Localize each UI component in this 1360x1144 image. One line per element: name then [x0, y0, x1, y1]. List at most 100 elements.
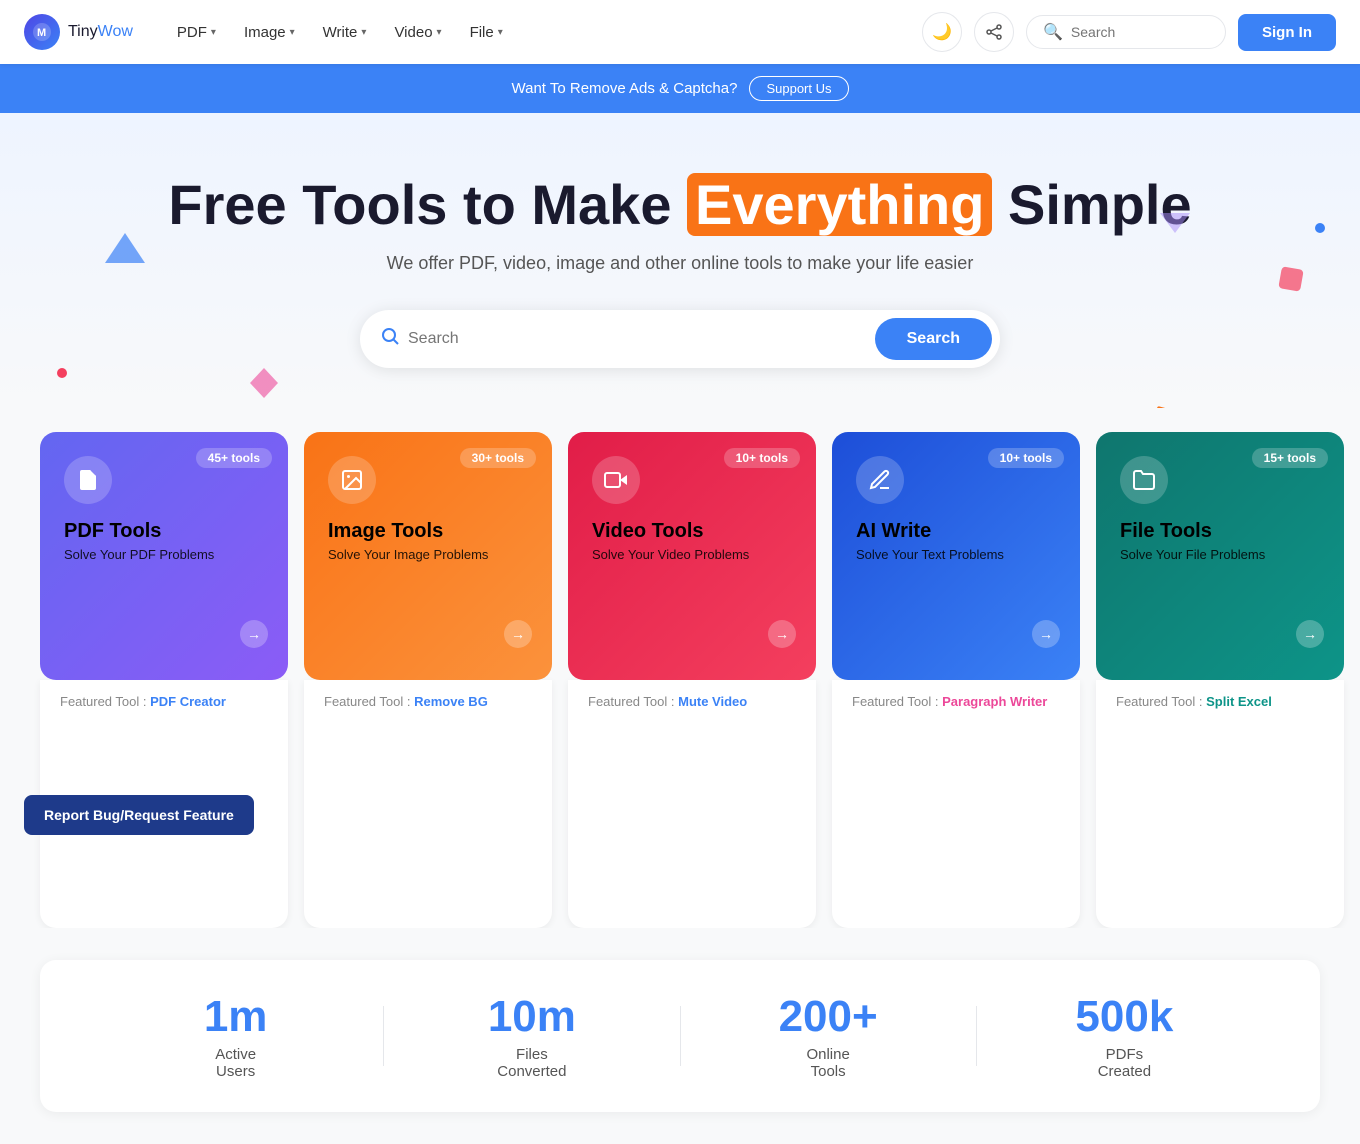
nav-links: PDF ▾ Image ▾ Write ▾ Video ▾ File ▾	[165, 16, 922, 49]
report-bug-button[interactable]: Report Bug/Request Feature	[24, 795, 254, 835]
file-badge: 15+ tools	[1252, 448, 1328, 468]
image-icon	[328, 456, 376, 504]
hero-search-button[interactable]: Search	[875, 318, 992, 360]
video-title: Video Tools	[592, 520, 792, 543]
navbar: M TinyWow PDF ▾ Image ▾ Write ▾ Video ▾ …	[0, 0, 1360, 64]
file-arrow-icon: →	[1296, 620, 1324, 648]
file-tools-card[interactable]: 15+ tools File Tools Solve Your File Pro…	[1096, 432, 1344, 680]
video-tools-column: 10+ tools Video Tools Solve Your Video P…	[568, 432, 816, 928]
image-featured-label: Featured Tool :	[324, 694, 410, 709]
image-title: Image Tools	[328, 520, 528, 543]
stat-files-label: Files Converted	[384, 1046, 679, 1080]
ai-tools-card[interactable]: 10+ tools AI Write Solve Your Text Probl…	[832, 432, 1080, 680]
pdf-tools-column: 45+ tools PDF Tools Solve Your PDF Probl…	[40, 432, 288, 928]
stat-users-number: 1m	[88, 992, 383, 1042]
hero-subtext: We offer PDF, video, image and other onl…	[24, 253, 1336, 274]
stat-pdfs-number: 500k	[977, 992, 1272, 1042]
nav-actions: 🌙 🔍 Sign In	[922, 12, 1336, 52]
stat-files-converted: 10m Files Converted	[384, 992, 679, 1080]
image-featured-link[interactable]: Remove BG	[414, 694, 488, 709]
logo[interactable]: M TinyWow	[24, 14, 133, 50]
chevron-down-icon: ▾	[437, 27, 442, 38]
video-featured-box: Featured Tool : Mute Video	[568, 680, 816, 928]
pdf-title: PDF Tools	[64, 520, 264, 543]
search-icon	[380, 326, 400, 352]
video-badge: 10+ tools	[724, 448, 800, 468]
stat-active-users: 1m Active Users	[88, 992, 383, 1080]
ai-featured-label: Featured Tool :	[852, 694, 938, 709]
pdf-featured-label: Featured Tool :	[60, 694, 146, 709]
stat-online-tools: 200+ Online Tools	[681, 992, 976, 1080]
chevron-down-icon: ▾	[211, 27, 216, 38]
file-featured-link[interactable]: Split Excel	[1206, 694, 1272, 709]
ai-arrow-icon: →	[1032, 620, 1060, 648]
hero-search-bar: Search	[360, 310, 1000, 368]
image-badge: 30+ tools	[460, 448, 536, 468]
video-arrow-icon: →	[768, 620, 796, 648]
image-featured-box: Featured Tool : Remove BG	[304, 680, 552, 928]
sign-in-button[interactable]: Sign In	[1238, 14, 1336, 51]
stat-pdfs-created: 500k PDFs Created	[977, 992, 1272, 1080]
nav-write[interactable]: Write ▾	[311, 16, 379, 49]
stat-tools-number: 200+	[681, 992, 976, 1042]
nav-search-bar[interactable]: 🔍	[1026, 15, 1226, 49]
image-tools-card[interactable]: 30+ tools Image Tools Solve Your Image P…	[304, 432, 552, 680]
svg-text:M: M	[37, 27, 46, 39]
file-tools-column: 15+ tools File Tools Solve Your File Pro…	[1096, 432, 1344, 928]
stats-section: 1m Active Users 10m Files Converted 200+…	[40, 960, 1320, 1112]
pdf-badge: 45+ tools	[196, 448, 272, 468]
headline-highlight: Everything	[687, 173, 992, 236]
pdf-subtitle: Solve Your PDF Problems	[64, 547, 264, 562]
nav-search-input[interactable]	[1071, 24, 1209, 40]
video-subtitle: Solve Your Video Problems	[592, 547, 792, 562]
stat-users-label: Active Users	[88, 1046, 383, 1080]
nav-video[interactable]: Video ▾	[382, 16, 453, 49]
tools-cards-row: 45+ tools PDF Tools Solve Your PDF Probl…	[40, 432, 1320, 928]
stat-pdfs-label: PDFs Created	[977, 1046, 1272, 1080]
chevron-down-icon: ▾	[361, 27, 366, 38]
video-tools-card[interactable]: 10+ tools Video Tools Solve Your Video P…	[568, 432, 816, 680]
file-featured-box: Featured Tool : Split Excel	[1096, 680, 1344, 928]
video-featured-label: Featured Tool :	[588, 694, 674, 709]
dark-mode-toggle[interactable]: 🌙	[922, 12, 962, 52]
hero-headline: Free Tools to Make Everything Simple	[24, 173, 1336, 237]
ai-subtitle: Solve Your Text Problems	[856, 547, 1056, 562]
support-us-button[interactable]: Support Us	[749, 76, 848, 101]
share-button[interactable]	[974, 12, 1014, 52]
ai-tools-column: 10+ tools AI Write Solve Your Text Probl…	[832, 432, 1080, 928]
video-featured-link[interactable]: Mute Video	[678, 694, 747, 709]
hero-section: Free Tools to Make Everything Simple We …	[0, 113, 1360, 408]
headline-post: Simple	[992, 173, 1191, 236]
stat-tools-label: Online Tools	[681, 1046, 976, 1080]
hero-search-input[interactable]	[408, 330, 875, 348]
image-subtitle: Solve Your Image Problems	[328, 547, 528, 562]
banner-text: Want To Remove Ads & Captcha?	[512, 80, 738, 97]
file-subtitle: Solve Your File Problems	[1120, 547, 1320, 562]
promo-banner: Want To Remove Ads & Captcha? Support Us	[0, 64, 1360, 113]
ai-title: AI Write	[856, 520, 1056, 543]
logo-text: TinyWow	[68, 23, 133, 41]
pdf-icon	[64, 456, 112, 504]
nav-pdf[interactable]: PDF ▾	[165, 16, 228, 49]
nav-image[interactable]: Image ▾	[232, 16, 307, 49]
file-featured-label: Featured Tool :	[1116, 694, 1202, 709]
search-icon: 🔍	[1043, 22, 1063, 42]
tools-section: 45+ tools PDF Tools Solve Your PDF Probl…	[0, 408, 1360, 928]
headline-pre: Free Tools to Make	[168, 173, 687, 236]
ai-featured-box: Featured Tool : Paragraph Writer	[832, 680, 1080, 928]
ai-icon	[856, 456, 904, 504]
chevron-down-icon: ▾	[498, 27, 503, 38]
file-icon	[1120, 456, 1168, 504]
logo-icon: M	[24, 14, 60, 50]
file-title: File Tools	[1120, 520, 1320, 543]
image-tools-column: 30+ tools Image Tools Solve Your Image P…	[304, 432, 552, 928]
nav-file[interactable]: File ▾	[458, 16, 515, 49]
pdf-tools-card[interactable]: 45+ tools PDF Tools Solve Your PDF Probl…	[40, 432, 288, 680]
ai-featured-link[interactable]: Paragraph Writer	[942, 694, 1047, 709]
pdf-featured-link[interactable]: PDF Creator	[150, 694, 226, 709]
stat-files-number: 10m	[384, 992, 679, 1042]
pdf-arrow-icon: →	[240, 620, 268, 648]
video-icon	[592, 456, 640, 504]
chevron-down-icon: ▾	[290, 27, 295, 38]
ai-badge: 10+ tools	[988, 448, 1064, 468]
